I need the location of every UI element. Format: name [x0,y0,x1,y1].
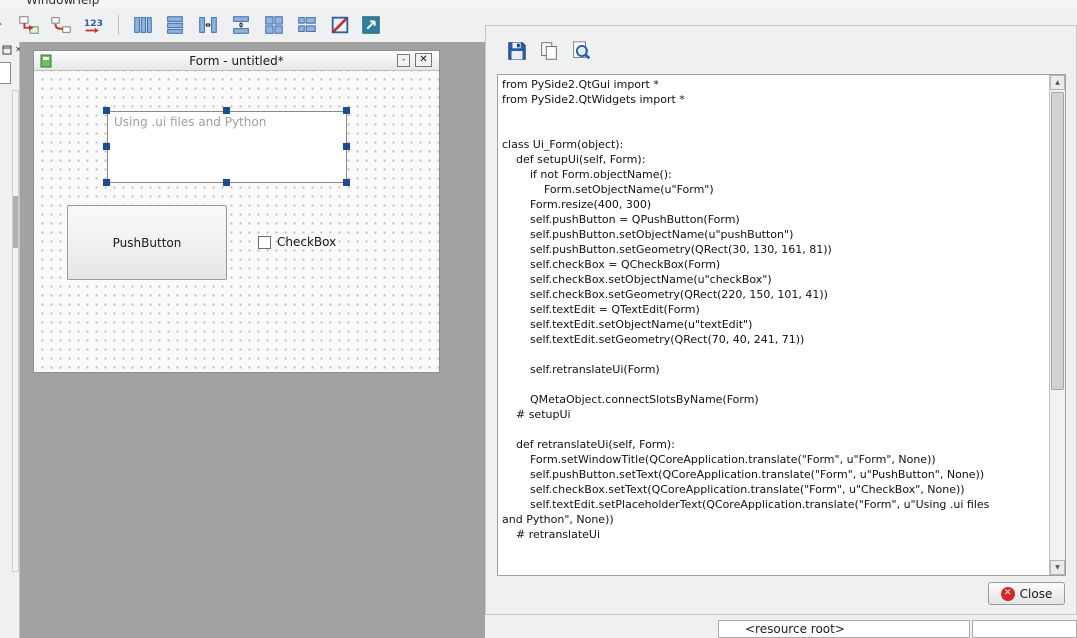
scroll-down-icon[interactable]: ▼ [1050,560,1065,575]
menu-help[interactable]: Help [72,0,99,7]
menu-window[interactable]: Window [26,0,73,7]
menubar: Window Help [0,0,1077,8]
scrollbar-thumb[interactable] [13,196,18,248]
code-line: self.textEdit.setGeometry(QRect(70, 40, … [502,332,1049,347]
close-icon: ✕ [1001,587,1015,601]
form-window-title: Form - untitled* [34,51,439,71]
qt-designer-window: Window Help 123 [0,0,1077,638]
code-line [502,107,1049,122]
code-line [502,422,1049,437]
break-layout-icon[interactable] [327,12,353,38]
code-line: class Ui_Form(object): [502,137,1049,152]
edit-signals-slots-icon[interactable] [16,12,42,38]
code-line: self.pushButton = QPushButton(Form) [502,212,1049,227]
checkbox-widget[interactable]: CheckBox [258,234,336,250]
widget-filter-input[interactable] [0,62,11,84]
save-icon[interactable] [504,38,530,64]
edit-widgets-icon[interactable] [0,12,10,38]
form-titlebar[interactable]: Form - untitled* - ✕ [34,51,439,71]
toolbar-separator [118,15,119,35]
code-line: self.pushButton.setObjectName(u"pushButt… [502,227,1049,242]
find-icon[interactable] [568,38,594,64]
layout-horizontal-splitter-icon[interactable] [195,12,221,38]
code-line: self.checkBox.setObjectName(u"checkBox") [502,272,1049,287]
code-text[interactable]: from PySide2.QtGui import *from PySide2.… [498,75,1049,575]
layout-grid-icon[interactable] [261,12,287,38]
scroll-up-icon[interactable]: ▲ [1050,75,1065,90]
selection-handle[interactable] [343,107,350,114]
selection-handle[interactable] [223,107,230,114]
edit-buddies-icon[interactable] [48,12,74,38]
code-line: from PySide2.QtWidgets import * [502,92,1049,107]
code-line: self.pushButton.setGeometry(QRect(30, 13… [502,242,1049,257]
textedit-placeholder: Using .ui files and Python [114,115,266,129]
code-editor[interactable]: from PySide2.QtGui import *from PySide2.… [497,74,1066,576]
code-line: and Python", None)) [502,512,1049,527]
resource-root-item[interactable]: <resource root> [718,620,970,638]
code-line: if not Form.objectName(): [502,167,1049,182]
dock-float-icon[interactable] [1,44,12,55]
selection-handle[interactable] [223,179,230,186]
code-line: self.checkBox.setGeometry(QRect(220, 150… [502,287,1049,302]
vertical-scrollbar[interactable]: ▲ ▼ [1049,75,1065,575]
selection-handle[interactable] [343,143,350,150]
code-line: Form.resize(400, 300) [502,197,1049,212]
scrollbar-thumb[interactable] [1051,92,1064,390]
selection-handle[interactable] [103,179,110,186]
copy-icon[interactable] [536,38,562,64]
close-button-label: Close [1020,587,1053,601]
checkbox-indicator[interactable] [258,236,271,249]
selection-handle[interactable] [103,143,110,150]
mdi-workspace: Form - untitled* - ✕ Using .ui files and… [20,42,485,638]
resource-panel-fragment [972,620,1077,638]
form-editor-window: Form - untitled* - ✕ Using .ui files and… [33,50,440,373]
code-line: Form.setWindowTitle(QCoreApplication.tra… [502,452,1049,467]
code-line: def retranslateUi(self, Form): [502,437,1049,452]
pushbutton-widget[interactable]: PushButton [67,205,227,280]
code-line: self.checkBox.setText(QCoreApplication.t… [502,482,1049,497]
code-line: self.textEdit = QTextEdit(Form) [502,302,1049,317]
code-line: def setupUi(self, Form): [502,152,1049,167]
code-line: QMetaObject.connectSlotsByName(Form) [502,392,1049,407]
code-preview-dialog: from PySide2.QtGui import *from PySide2.… [485,25,1077,615]
code-line [502,347,1049,362]
layout-horizontal-icon[interactable] [130,12,156,38]
close-window-button[interactable]: ✕ [415,53,432,67]
minimize-button[interactable]: - [397,54,410,67]
svg-text:123: 123 [84,18,103,29]
layout-form-icon[interactable] [294,12,320,38]
form-canvas[interactable]: Using .ui files and Python PushButton Ch… [34,71,439,372]
code-line: self.pushButton.setText(QCoreApplication… [502,467,1049,482]
selection-handle[interactable] [343,179,350,186]
textedit-widget[interactable]: Using .ui files and Python [107,111,347,183]
code-line: self.textEdit.setObjectName(u"textEdit") [502,317,1049,332]
selection-handle[interactable] [103,107,110,114]
widget-box-panel: ✕ [0,42,20,638]
widget-box-scrollbar[interactable] [12,90,19,572]
layout-vertical-splitter-icon[interactable] [228,12,254,38]
code-line: self.retranslateUi(Form) [502,362,1049,377]
code-line: self.textEdit.setPlaceholderText(QCoreAp… [502,497,1049,512]
edit-tab-order-icon[interactable]: 123 [80,12,106,38]
code-line: Form.setObjectName(u"Form") [502,182,1049,197]
checkbox-label: CheckBox [277,235,336,249]
close-button[interactable]: ✕ Close [988,582,1065,605]
code-line [502,377,1049,392]
code-line: self.checkBox = QCheckBox(Form) [502,257,1049,272]
code-line: # setupUi [502,407,1049,422]
layout-vertical-icon[interactable] [162,12,188,38]
code-line: # retranslateUi [502,527,1049,542]
code-line: from PySide2.QtGui import * [502,77,1049,92]
adjust-size-icon[interactable] [358,12,384,38]
code-line [502,122,1049,137]
